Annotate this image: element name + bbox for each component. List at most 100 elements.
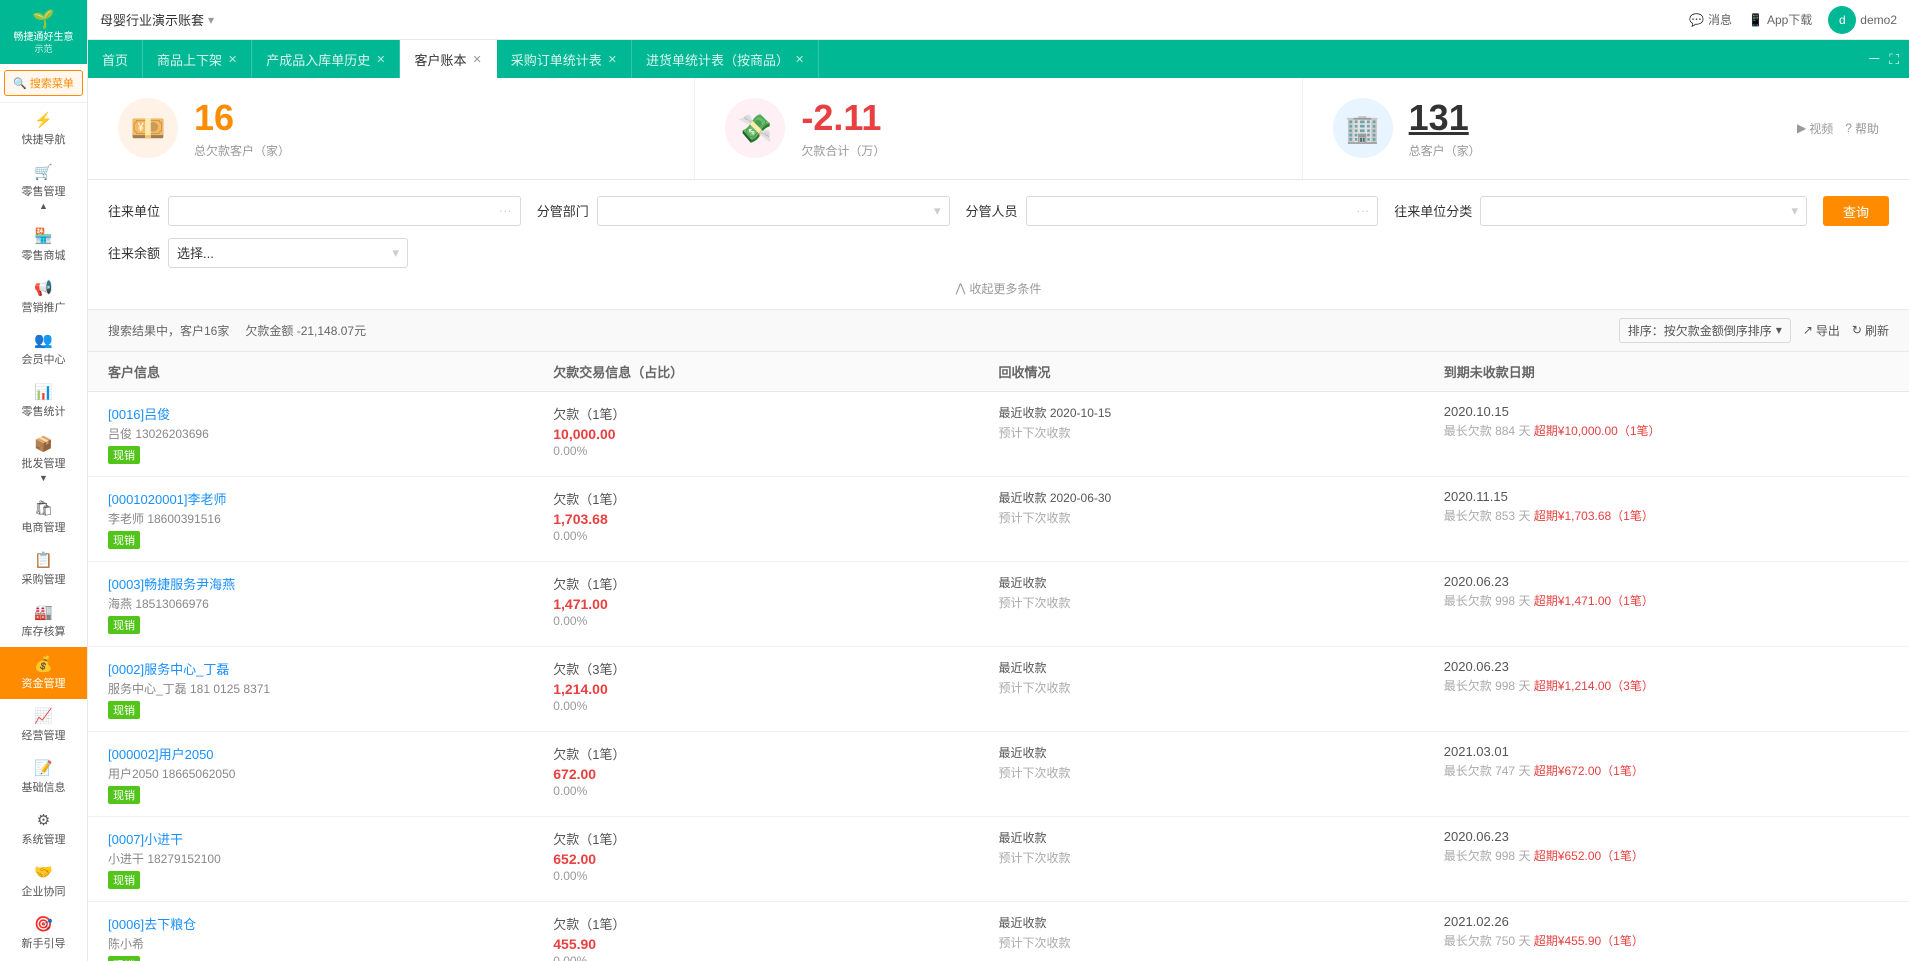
user-avatar-section[interactable]: d demo2 [1828, 6, 1897, 34]
total-customers-icon: 🏢 [1333, 98, 1393, 158]
filter-row-1: 往来单位 ··· 分管部门 ▾ 分管人员 [108, 196, 1889, 226]
sidebar-item-ecommerce[interactable]: 🛍 电商管理 [0, 491, 87, 543]
sidebar-item-marketing[interactable]: 📢 营销推广 [0, 271, 87, 323]
sidebar-item-retail-mall[interactable]: 🏪 零售商城 [0, 219, 87, 271]
person-input[interactable]: ··· [1026, 196, 1379, 226]
overdue-link-5[interactable]: 超期¥652.00（1笔） [1534, 849, 1644, 863]
sidebar-item-enterprise-collab[interactable]: 🤝 企业协同 [0, 855, 87, 907]
collect-date-1: 最近收款 2020-06-30 [999, 489, 1444, 506]
overdue-link-1[interactable]: 超期¥1,703.68（1笔） [1534, 509, 1654, 523]
sidebar-item-inventory[interactable]: 🏭 库存核算 [0, 595, 87, 647]
customer-name-6[interactable]: [0006]去下粮仓 [108, 917, 196, 932]
tab-home[interactable]: 首页 [88, 40, 143, 78]
customer-name-0[interactable]: [0016]吕俊 [108, 407, 170, 422]
customer-name-5[interactable]: [0007]小进干 [108, 832, 183, 847]
sidebar-item-purchase[interactable]: 📋 采购管理 [0, 543, 87, 595]
collect-next-5: 预计下次收款 [999, 849, 1444, 866]
sidebar-item-operations[interactable]: 📈 经营管理 [0, 699, 87, 751]
debt-amount-4[interactable]: 672.00 [553, 766, 998, 782]
customer-phone-6: 陈小希 [108, 935, 553, 952]
table-row: [0001020001]李老师 李老师 18600391516 现销 欠款（1笔… [88, 477, 1909, 562]
from-unit-input[interactable]: ··· [168, 196, 521, 226]
message-button[interactable]: 💬 消息 [1689, 11, 1732, 28]
customer-tag-4: 现销 [108, 786, 140, 804]
debt-amount-6[interactable]: 455.90 [553, 936, 998, 952]
due-date-4: 2021.03.01 [1444, 744, 1889, 759]
balance-select[interactable]: 选择... ▾ [168, 238, 408, 268]
debt-amount-3[interactable]: 1,214.00 [553, 681, 998, 697]
debt-percent-4: 0.00% [553, 784, 998, 798]
due-date-cell-4: 2021.03.01 最长欠款 747 天 超期¥672.00（1笔） [1444, 744, 1889, 779]
sort-select[interactable]: 排序：按欠款金额倒序排序 ▾ [1619, 318, 1791, 343]
debt-count-2: 欠款（1笔） [553, 574, 998, 593]
overdue-link-3[interactable]: 超期¥1,214.00（3笔） [1534, 679, 1654, 693]
tab-maximize-button[interactable]: ⛶ [1889, 51, 1899, 68]
sidebar-item-system[interactable]: ⚙ 系统管理 [0, 803, 87, 855]
collect-date-5: 最近收款 [999, 829, 1444, 846]
tab-close-production-history[interactable]: ✕ [376, 53, 385, 66]
debt-amount-2[interactable]: 1,471.00 [553, 596, 998, 612]
search-menu-button[interactable]: 🔍 搜索菜单 [4, 70, 83, 96]
debt-info-cell-6: 欠款（1笔） 455.90 0.00% [553, 914, 998, 961]
results-actions: 排序：按欠款金额倒序排序 ▾ ↗ 导出 ↻ 刷新 [1619, 318, 1889, 343]
debt-customers-number: 16 [194, 98, 290, 138]
table-row: [0006]去下粮仓 陈小希 现销 欠款（1笔） 455.90 0.00% 最近… [88, 902, 1909, 961]
search-button[interactable]: 查询 [1823, 196, 1889, 226]
tab-close-purchase-stats[interactable]: ✕ [795, 53, 804, 66]
tab-actions: － ⛶ [1857, 49, 1909, 69]
customer-name-3[interactable]: [0002]服务中心_丁磊 [108, 662, 229, 677]
video-icon: ▶ [1797, 121, 1806, 135]
sidebar-item-batch-mgmt[interactable]: 📦 批发管理 ▼ [0, 427, 87, 491]
tab-close-product-shelf[interactable]: ✕ [228, 53, 237, 66]
tab-production-history[interactable]: 产成品入库单历史 ✕ [252, 40, 400, 78]
debt-customers-icon: 💴 [118, 98, 178, 158]
overdue-link-4[interactable]: 超期¥672.00（1笔） [1534, 764, 1644, 778]
customer-name-2[interactable]: [0003]畅捷服务尹海燕 [108, 577, 235, 592]
sidebar-search-section: 🔍 搜索菜单 [0, 64, 87, 103]
refresh-button[interactable]: ↻ 刷新 [1852, 322, 1889, 339]
tab-product-shelf[interactable]: 商品上下架 ✕ [143, 40, 252, 78]
app-logo[interactable]: 🌱 畅捷通好生意 示范 [0, 0, 87, 64]
tab-customer-account[interactable]: 客户账本 ✕ [400, 40, 496, 78]
unit-category-select[interactable]: ▾ [1480, 196, 1807, 226]
video-button[interactable]: ▶ 视频 [1797, 120, 1833, 137]
tab-purchase-stats[interactable]: 进货单统计表（按商品） ✕ [632, 40, 819, 78]
col-header-due-date: 到期未收款日期 [1444, 362, 1889, 381]
export-button[interactable]: ↗ 导出 [1803, 322, 1840, 339]
overdue-link-2[interactable]: 超期¥1,471.00（1笔） [1534, 594, 1654, 608]
topbar-left: 母婴行业演示账套 ▾ [100, 10, 214, 29]
dept-select[interactable]: ▾ [597, 196, 950, 226]
overdue-link-0[interactable]: 超期¥10,000.00（1笔） [1534, 424, 1661, 438]
sidebar-nav: 🔍 搜索菜单 ⚡ 快捷导航 🛒 零售管理 ▲ 🏪 零售商城 📢 营销推广 👥 会… [0, 64, 87, 961]
sidebar-item-quick-nav[interactable]: ⚡ 快捷导航 [0, 103, 87, 155]
debt-percent-1: 0.00% [553, 529, 998, 543]
customer-name-1[interactable]: [0001020001]李老师 [108, 492, 227, 507]
help-button[interactable]: ? 帮助 [1845, 120, 1879, 137]
app-download-icon: 📱 [1748, 13, 1763, 27]
tab-close-purchase-order[interactable]: ✕ [608, 53, 617, 66]
sidebar-item-retail-mgmt[interactable]: 🛒 零售管理 ▲ [0, 155, 87, 219]
app-download-button[interactable]: 📱 App下载 [1748, 11, 1812, 28]
sidebar-item-new-guide[interactable]: 🎯 新手引导 [0, 907, 87, 959]
tab-minimize-button[interactable]: － [1867, 49, 1881, 69]
sidebar-item-retail-stats[interactable]: 📊 零售统计 [0, 375, 87, 427]
avatar: d [1828, 6, 1856, 34]
results-bar: 搜索结果中，客户16家 欠款金额 -21,148.07元 排序：按欠款金额倒序排… [88, 310, 1909, 352]
balance-value: 选择... [177, 243, 214, 262]
collapse-button[interactable]: ⋀ 收起更多条件 [108, 276, 1889, 301]
sidebar-item-finance[interactable]: 💰 资金管理 [0, 647, 87, 699]
retail-mall-icon: 🏪 [34, 227, 53, 245]
due-date-cell-1: 2020.11.15 最长欠款 853 天 超期¥1,703.68（1笔） [1444, 489, 1889, 524]
customer-name-4[interactable]: [000002]用户2050 [108, 747, 214, 762]
debt-amount-5[interactable]: 652.00 [553, 851, 998, 867]
debt-amount-0[interactable]: 10,000.00 [553, 426, 998, 442]
debt-amount-1[interactable]: 1,703.68 [553, 511, 998, 527]
overdue-link-6[interactable]: 超期¥455.90（1笔） [1534, 934, 1644, 948]
sidebar-item-members[interactable]: 👥 会员中心 [0, 323, 87, 375]
tab-close-customer-account[interactable]: ✕ [473, 53, 482, 66]
customer-info-cell-2: [0003]畅捷服务尹海燕 海燕 18513066976 现销 [108, 574, 553, 634]
debt-total-label: 欠款合计（万） [801, 142, 885, 159]
sidebar-item-basic-info[interactable]: 📝 基础信息 [0, 751, 87, 803]
debt-info-cell-0: 欠款（1笔） 10,000.00 0.00% [553, 404, 998, 458]
tab-purchase-order[interactable]: 采购订单统计表 ✕ [497, 40, 632, 78]
